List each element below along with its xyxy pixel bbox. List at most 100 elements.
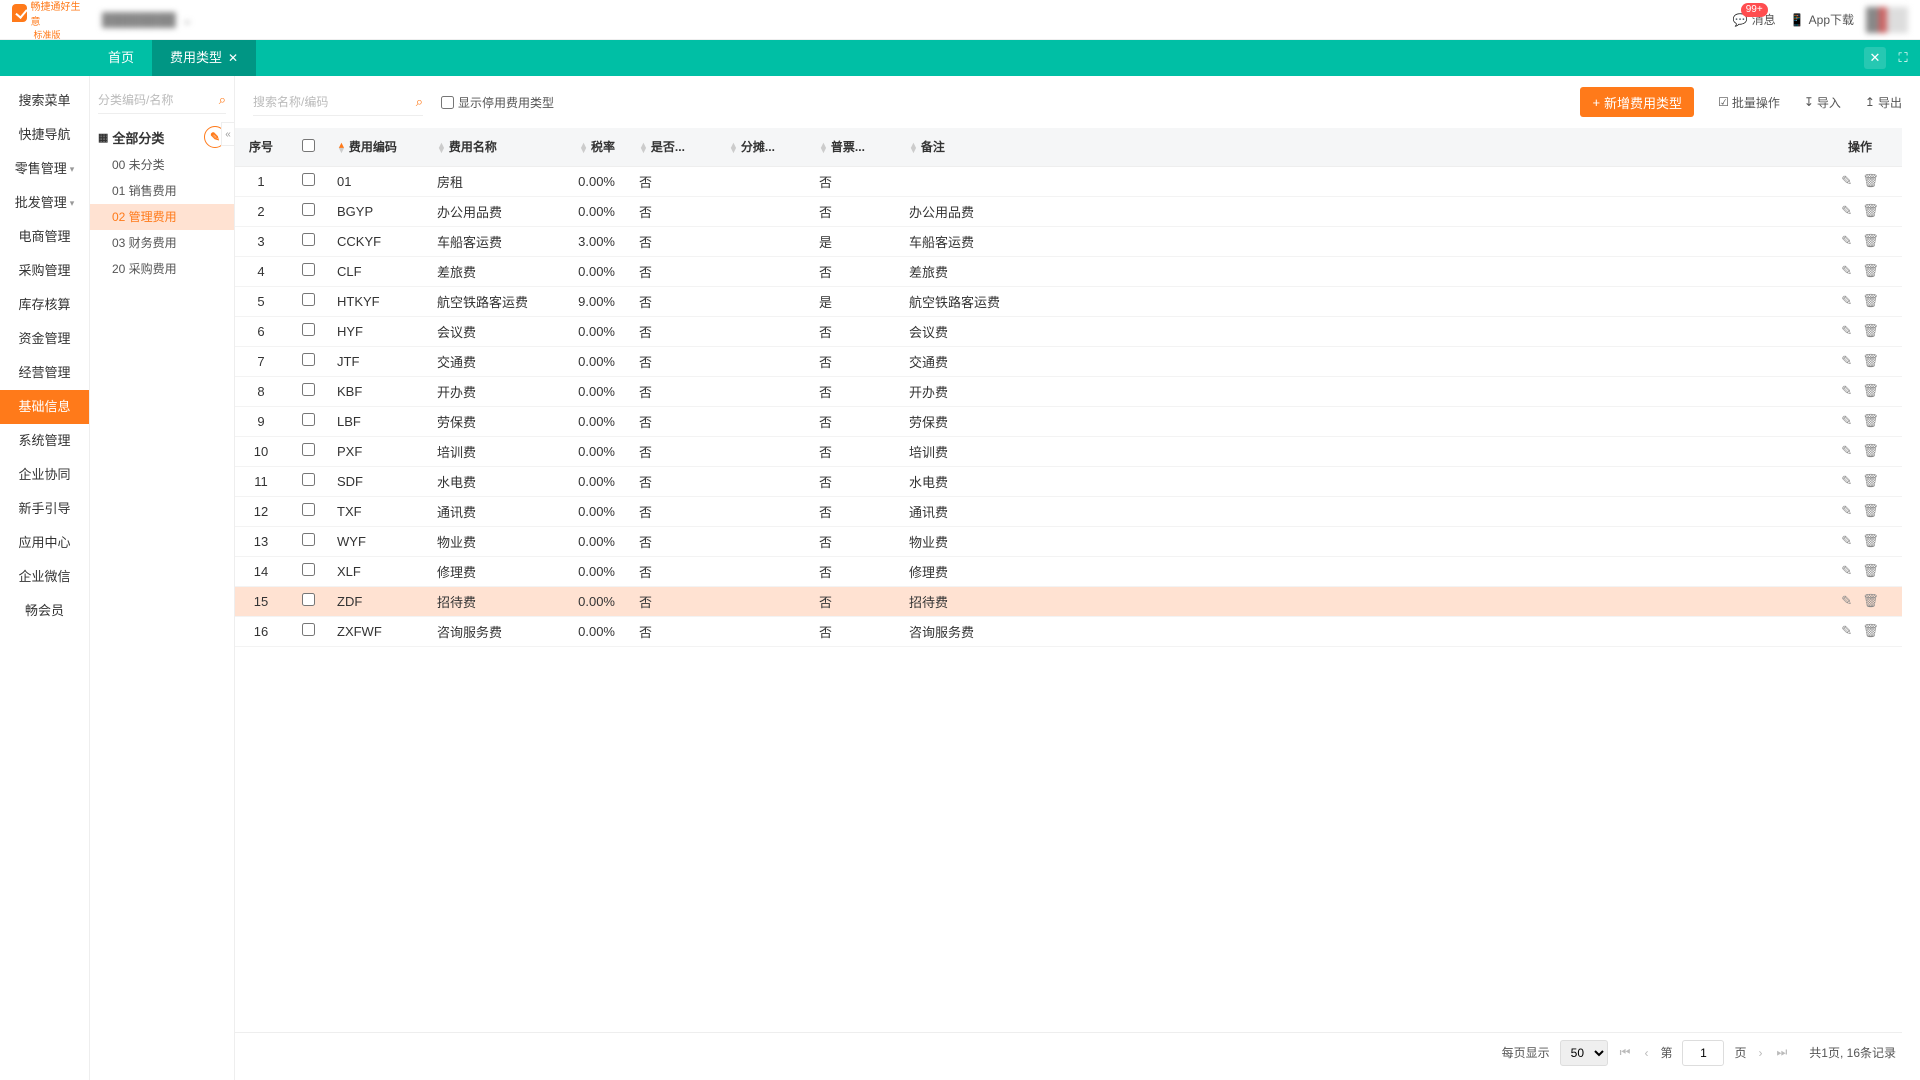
table-row[interactable]: 13WYF物业费0.00%否否物业费✎🗑: [235, 526, 1902, 556]
delete-icon[interactable]: 🗑: [1862, 323, 1879, 339]
table-row[interactable]: 10PXF培训费0.00%否否培训费✎🗑: [235, 436, 1902, 466]
edit-icon[interactable]: ✎: [1841, 593, 1852, 609]
col-yn[interactable]: ▲▼是否...: [631, 128, 721, 166]
sidebar-item[interactable]: 基础信息: [0, 390, 89, 424]
edit-icon[interactable]: ✎: [1841, 473, 1852, 489]
sidebar-item[interactable]: 采购管理: [0, 254, 89, 288]
col-invoice[interactable]: ▲▼普票...: [811, 128, 901, 166]
delete-icon[interactable]: 🗑: [1862, 473, 1879, 489]
last-page-button[interactable]: ⏭: [1774, 1045, 1789, 1060]
edit-icon[interactable]: ✎: [1841, 623, 1852, 639]
category-item[interactable]: 03 财务费用: [90, 230, 234, 256]
delete-icon[interactable]: 🗑: [1862, 293, 1879, 309]
row-checkbox[interactable]: [302, 503, 315, 516]
search-icon[interactable]: ⌕: [219, 92, 226, 108]
sidebar-item[interactable]: 搜索菜单: [0, 84, 89, 118]
row-checkbox[interactable]: [302, 563, 315, 576]
sidebar-item[interactable]: 应用中心: [0, 526, 89, 560]
col-checkbox[interactable]: [287, 128, 329, 166]
delete-icon[interactable]: 🗑: [1862, 593, 1879, 609]
edit-icon[interactable]: ✎: [1841, 413, 1852, 429]
table-row[interactable]: 6HYF会议费0.00%否否会议费✎🗑: [235, 316, 1902, 346]
sidebar-item[interactable]: 新手引导: [0, 492, 89, 526]
row-checkbox[interactable]: [302, 473, 315, 486]
collapse-panel-button[interactable]: «: [221, 122, 235, 146]
batch-ops-button[interactable]: ☑批量操作: [1718, 94, 1780, 111]
export-button[interactable]: ↥导出: [1865, 94, 1902, 111]
import-button[interactable]: ↧导入: [1804, 94, 1841, 111]
select-all-checkbox[interactable]: [302, 139, 315, 152]
sidebar-item[interactable]: 畅会员: [0, 594, 89, 628]
delete-icon[interactable]: 🗑: [1862, 503, 1879, 519]
row-checkbox[interactable]: [302, 533, 315, 546]
first-page-button[interactable]: ⏮: [1618, 1045, 1633, 1060]
table-row[interactable]: 4CLF差旅费0.00%否否差旅费✎🗑: [235, 256, 1902, 286]
col-seq[interactable]: 序号: [235, 128, 287, 166]
app-download-button[interactable]: 📱 App下载: [1790, 11, 1854, 28]
row-checkbox[interactable]: [302, 233, 315, 246]
col-rate[interactable]: ▲▼税率: [559, 128, 631, 166]
row-checkbox[interactable]: [302, 413, 315, 426]
search-input[interactable]: [253, 95, 393, 109]
table-row[interactable]: 9LBF劳保费0.00%否否劳保费✎🗑: [235, 406, 1902, 436]
delete-icon[interactable]: 🗑: [1862, 563, 1879, 579]
prev-page-button[interactable]: ‹: [1642, 1046, 1650, 1060]
col-remark[interactable]: ▲▼备注: [901, 128, 1818, 166]
edit-icon[interactable]: ✎: [1841, 353, 1852, 369]
page-input[interactable]: [1682, 1040, 1724, 1066]
table-row[interactable]: 12TXF通讯费0.00%否否通讯费✎🗑: [235, 496, 1902, 526]
sidebar-item[interactable]: 企业协同: [0, 458, 89, 492]
row-checkbox[interactable]: [302, 623, 315, 636]
delete-icon[interactable]: 🗑: [1862, 173, 1879, 189]
row-checkbox[interactable]: [302, 293, 315, 306]
show-disabled-checkbox[interactable]: 显示停用费用类型: [441, 94, 554, 111]
avatar[interactable]: [1866, 7, 1908, 33]
edit-icon[interactable]: ✎: [1841, 503, 1852, 519]
category-item[interactable]: 01 销售费用: [90, 178, 234, 204]
table-row[interactable]: 5HTKYF航空铁路客运费9.00%否是航空铁路客运费✎🗑: [235, 286, 1902, 316]
edit-icon[interactable]: ✎: [1841, 383, 1852, 399]
row-checkbox[interactable]: [302, 593, 315, 606]
sidebar-item[interactable]: 经营管理: [0, 356, 89, 390]
row-checkbox[interactable]: [302, 353, 315, 366]
sidebar-item[interactable]: 系统管理: [0, 424, 89, 458]
col-name[interactable]: ▲▼费用名称: [429, 128, 559, 166]
table-row[interactable]: 7JTF交通费0.00%否否交通费✎🗑: [235, 346, 1902, 376]
sidebar-item[interactable]: 资金管理: [0, 322, 89, 356]
edit-icon[interactable]: ✎: [1841, 293, 1852, 309]
messages-button[interactable]: 💬 99+ 消息: [1733, 11, 1776, 28]
row-checkbox[interactable]: [302, 203, 315, 216]
col-code[interactable]: ▲▼费用编码: [329, 128, 429, 166]
row-checkbox[interactable]: [302, 173, 315, 186]
page-size-select[interactable]: 50: [1560, 1040, 1608, 1066]
next-page-button[interactable]: ›: [1756, 1046, 1764, 1060]
new-fee-type-button[interactable]: + 新增费用类型: [1580, 87, 1694, 117]
edit-icon[interactable]: ✎: [1841, 443, 1852, 459]
sidebar-item[interactable]: 企业微信: [0, 560, 89, 594]
edit-icon[interactable]: ✎: [1841, 263, 1852, 279]
table-row[interactable]: 3CCKYF车船客运费3.00%否是车船客运费✎🗑: [235, 226, 1902, 256]
edit-icon[interactable]: ✎: [1841, 203, 1852, 219]
category-search-input[interactable]: [98, 93, 198, 107]
search-icon[interactable]: ⌕: [416, 94, 423, 110]
col-share[interactable]: ▲▼分摊...: [721, 128, 811, 166]
row-checkbox[interactable]: [302, 323, 315, 336]
tab-home[interactable]: 首页: [90, 40, 152, 76]
category-all[interactable]: 全部分类: [112, 128, 164, 147]
delete-icon[interactable]: 🗑: [1862, 383, 1879, 399]
close-all-tabs-button[interactable]: ✕: [1864, 47, 1886, 69]
sidebar-item[interactable]: 快捷导航: [0, 118, 89, 152]
category-item[interactable]: 02 管理费用: [90, 204, 234, 230]
delete-icon[interactable]: 🗑: [1862, 443, 1879, 459]
table-row[interactable]: 14XLF修理费0.00%否否修理费✎🗑: [235, 556, 1902, 586]
category-item[interactable]: 20 采购费用: [90, 256, 234, 282]
row-checkbox[interactable]: [302, 383, 315, 396]
edit-icon[interactable]: ✎: [1841, 233, 1852, 249]
sidebar-item[interactable]: 电商管理: [0, 220, 89, 254]
sidebar-item[interactable]: 批发管理▾: [0, 186, 89, 220]
edit-icon[interactable]: ✎: [1841, 173, 1852, 189]
delete-icon[interactable]: 🗑: [1862, 533, 1879, 549]
fullscreen-button[interactable]: ⛶: [1892, 47, 1914, 69]
row-checkbox[interactable]: [302, 263, 315, 276]
delete-icon[interactable]: 🗑: [1862, 353, 1879, 369]
